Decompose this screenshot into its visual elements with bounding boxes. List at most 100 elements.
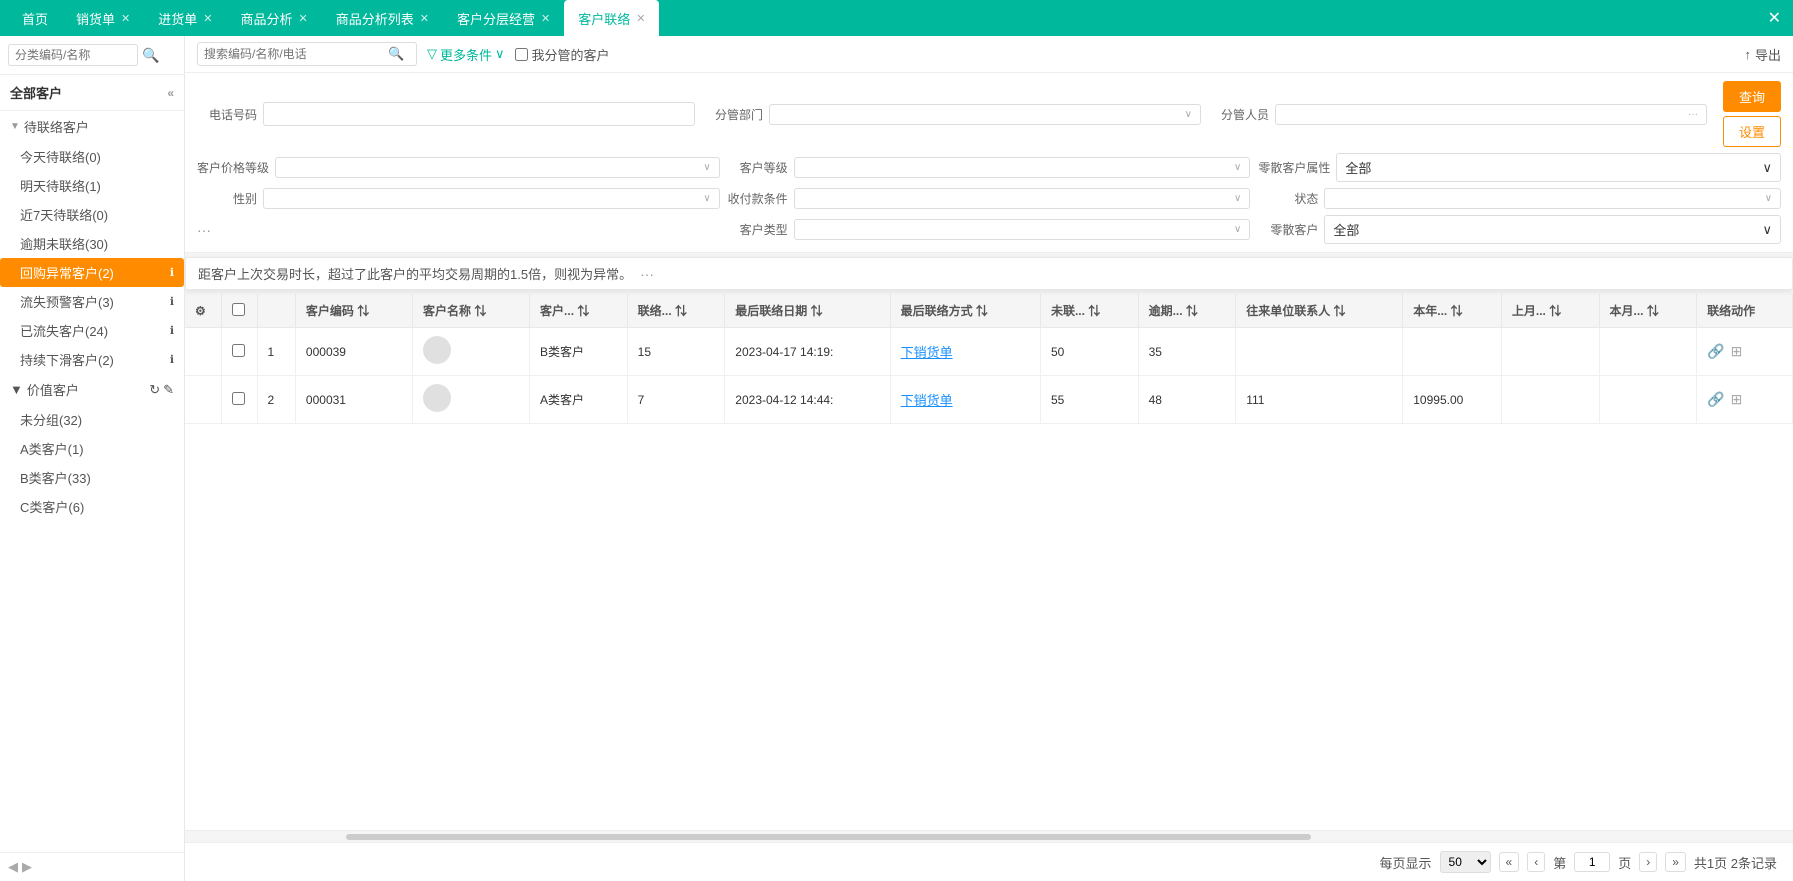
search-icon: 🔍: [388, 46, 404, 62]
prev-page-btn[interactable]: ‹: [1527, 852, 1545, 872]
retail-customer-arrow-icon: ∨: [1763, 222, 1773, 238]
gender-select[interactable]: ∨: [263, 188, 720, 209]
grid-icon-1[interactable]: ⊞: [1731, 343, 1743, 360]
sidebar-value-customer-section: ▼ 价值客户 ↻ ✎: [0, 374, 184, 405]
sidebar-item-today[interactable]: 今天待联络(0): [0, 142, 184, 171]
dept-select[interactable]: ∨: [769, 104, 1201, 125]
th-last-date[interactable]: 最后联络日期 ⇅: [725, 294, 890, 328]
td-last-method-2[interactable]: 下销货单: [890, 376, 1040, 424]
sidebar-item-continue-down[interactable]: 持续下滑客户(2) ℹ: [0, 345, 184, 374]
th-this-month[interactable]: 本月... ⇅: [1599, 294, 1697, 328]
sidebar-item-class-b[interactable]: B类客户(33): [0, 463, 184, 492]
close-analysis-list-icon[interactable]: ✕: [420, 12, 429, 25]
link-icon-2[interactable]: 🔗: [1707, 391, 1724, 408]
td-this-year-2: 10995.00: [1403, 376, 1502, 424]
sidebar-item-repeat-purchase[interactable]: 回购异常客户(2) ℹ: [0, 258, 184, 287]
my-customer-check[interactable]: [515, 48, 528, 61]
next-page-btn[interactable]: ›: [1639, 852, 1657, 872]
close-customer-tier-icon[interactable]: ✕: [541, 12, 550, 25]
sidebar-search-icon[interactable]: 🔍: [142, 47, 159, 64]
retail-attr-arrow-icon: ∨: [1763, 160, 1773, 176]
sidebar-item-lost-pre[interactable]: 流失预警客户(3) ℹ: [0, 287, 184, 316]
sidebar-item-class-c[interactable]: C类客户(6): [0, 492, 184, 521]
set-btn[interactable]: 设置: [1723, 116, 1781, 147]
grid-icon-2[interactable]: ⊞: [1731, 391, 1743, 408]
th-this-year[interactable]: 本年... ⇅: [1403, 294, 1502, 328]
sidebar-item-class-a[interactable]: A类客户(1): [0, 434, 184, 463]
th-checkbox: [221, 294, 257, 328]
filter-actions: 查询 设置: [1723, 81, 1781, 147]
refresh-icon[interactable]: ↻: [149, 382, 160, 398]
edit-icon[interactable]: ✎: [163, 382, 174, 398]
th-type[interactable]: 客户... ⇅: [530, 294, 628, 328]
nav-tab-analysis-list[interactable]: 商品分析列表 ✕: [322, 0, 443, 36]
row-1-checkbox[interactable]: [232, 344, 245, 357]
horizontal-scrollbar[interactable]: [185, 830, 1793, 842]
th-overdue[interactable]: 逾期... ⇅: [1138, 294, 1236, 328]
nav-close-main[interactable]: ✕: [1768, 8, 1781, 28]
search-wrap: 🔍: [197, 42, 417, 66]
th-last-month[interactable]: 上月... ⇅: [1501, 294, 1599, 328]
nav-tab-home[interactable]: 首页: [8, 0, 62, 36]
select-all-checkbox[interactable]: [232, 303, 245, 316]
sidebar-item-7days[interactable]: 近7天待联络(0): [0, 200, 184, 229]
sidebar-item-already-lost[interactable]: 已流失客户(24) ℹ: [0, 316, 184, 345]
payment-select[interactable]: ∨: [794, 188, 1251, 209]
td-unit-contact-1: [1236, 328, 1403, 376]
phone-input[interactable]: [263, 102, 695, 126]
td-unit-contact-2: 111: [1236, 376, 1403, 424]
th-code[interactable]: 客户编码 ⇅: [295, 294, 412, 328]
th-settings[interactable]: ⚙: [185, 294, 221, 328]
sidebar-pending-contact-title[interactable]: ▼ 待联络客户: [0, 111, 184, 142]
close-analysis-icon[interactable]: ✕: [299, 12, 308, 25]
export-btn[interactable]: ↑ 导出: [1744, 45, 1781, 64]
my-customer-checkbox[interactable]: 我分管的客户: [515, 45, 610, 64]
pending-arrow-icon: ▼: [10, 121, 20, 132]
nav-tab-customer-tier[interactable]: 客户分层经营 ✕: [443, 0, 564, 36]
close-purchase-icon[interactable]: ✕: [203, 12, 212, 25]
nav-tab-analysis[interactable]: 商品分析 ✕: [226, 0, 321, 36]
search-input[interactable]: [204, 47, 384, 61]
per-page-select[interactable]: 20 50 100: [1440, 851, 1491, 873]
td-not-contact-2: 55: [1040, 376, 1138, 424]
more-conditions-btn[interactable]: ▽ 更多条件 ∨: [427, 45, 505, 64]
link-icon-1[interactable]: 🔗: [1707, 343, 1724, 360]
sidebar-item-unclassified[interactable]: 未分组(32): [0, 405, 184, 434]
more-dots-icon[interactable]: ···: [197, 222, 211, 238]
td-last-method-1[interactable]: 下销货单: [890, 328, 1040, 376]
sidebar-footer-left-arrow[interactable]: ◀: [8, 859, 18, 875]
page-input[interactable]: [1574, 852, 1610, 872]
manager-select[interactable]: ···: [1275, 104, 1707, 125]
sidebar-search-input[interactable]: [8, 44, 138, 66]
close-customer-contact-icon[interactable]: ✕: [636, 12, 645, 25]
th-name[interactable]: 客户名称 ⇅: [412, 294, 529, 328]
th-not-contact[interactable]: 未联... ⇅: [1040, 294, 1138, 328]
customer-level-select[interactable]: ∨: [794, 157, 1251, 178]
price-level-select[interactable]: ∨: [275, 157, 720, 178]
first-page-btn[interactable]: «: [1499, 852, 1520, 872]
tooltip-more-dots[interactable]: ···: [640, 266, 654, 282]
retail-customer-select[interactable]: 全部 ∨: [1324, 215, 1781, 244]
sidebar-collapse-icon[interactable]: «: [167, 86, 174, 100]
td-last-month-1: [1501, 328, 1599, 376]
nav-tab-sales[interactable]: 销货单 ✕: [62, 0, 144, 36]
last-page-btn[interactable]: »: [1665, 852, 1686, 872]
nav-tab-purchase[interactable]: 进货单 ✕: [144, 0, 226, 36]
td-type-1: B类客户: [530, 328, 628, 376]
status-select[interactable]: ∨: [1324, 188, 1781, 209]
customer-level-arrow-icon: ∨: [1234, 162, 1241, 173]
customer-type-select[interactable]: ∨: [794, 219, 1251, 240]
sidebar-item-overdue[interactable]: 逾期未联络(30): [0, 229, 184, 258]
nav-tab-customer-contact[interactable]: 客户联络 ✕: [564, 0, 659, 36]
th-last-method[interactable]: 最后联络方式 ⇅: [890, 294, 1040, 328]
retail-attr-select[interactable]: 全部 ∨: [1336, 153, 1781, 182]
th-unit-contact[interactable]: 往来单位联系人 ⇅: [1236, 294, 1403, 328]
scroll-thumb[interactable]: [346, 834, 1311, 840]
sidebar-footer-right-arrow[interactable]: ▶: [22, 859, 32, 875]
close-sales-icon[interactable]: ✕: [121, 12, 130, 25]
status-arrow-icon: ∨: [1765, 193, 1772, 204]
sidebar-item-tomorrow[interactable]: 明天待联络(1): [0, 171, 184, 200]
query-btn[interactable]: 查询: [1723, 81, 1781, 112]
th-contact[interactable]: 联络... ⇅: [627, 294, 725, 328]
row-2-checkbox[interactable]: [232, 392, 245, 405]
